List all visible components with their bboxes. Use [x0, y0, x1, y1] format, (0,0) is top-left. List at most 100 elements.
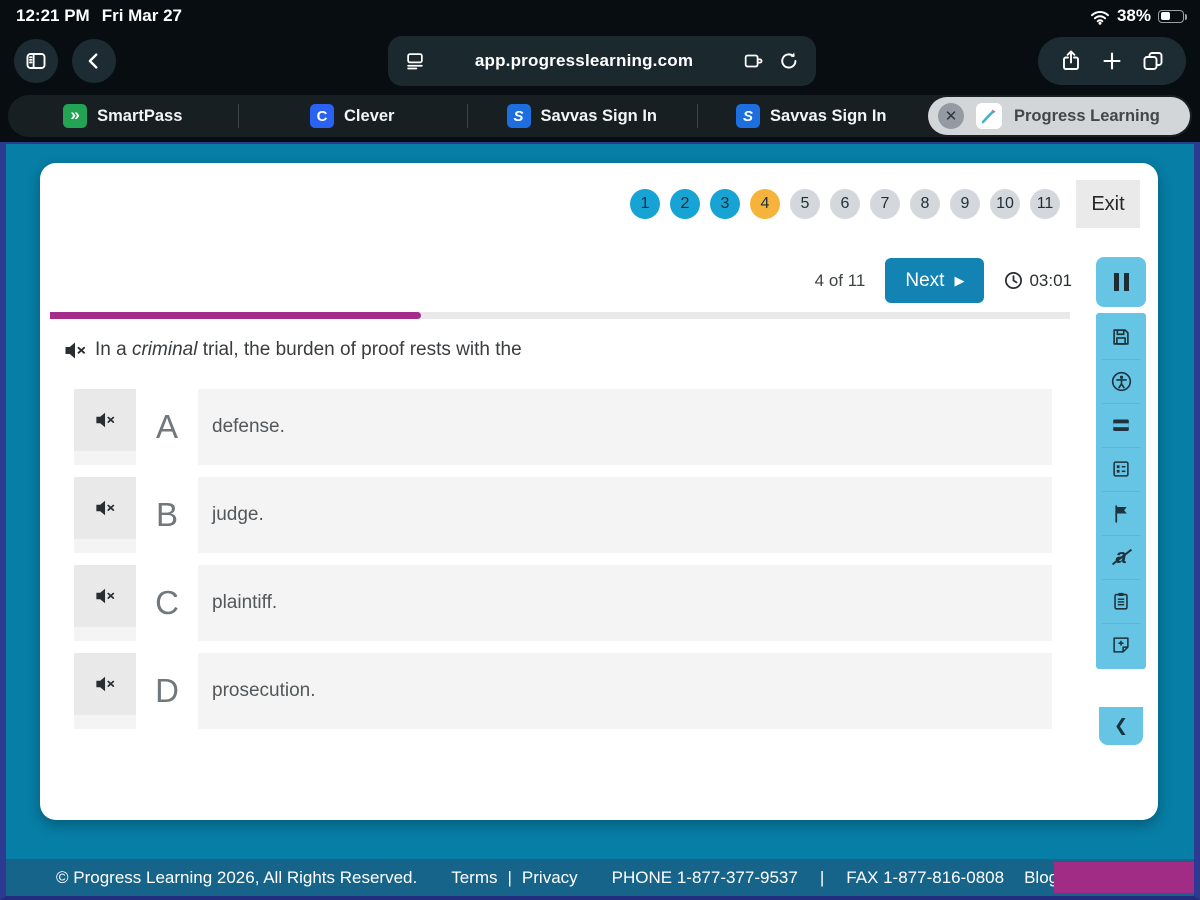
- progress-learning-icon: [976, 103, 1002, 129]
- terms-link[interactable]: Terms: [451, 868, 497, 888]
- option-letter: D: [136, 653, 198, 729]
- question-number-circle[interactable]: 2: [670, 189, 700, 219]
- save-icon: [1113, 329, 1129, 345]
- battery-percent: 38%: [1116, 6, 1151, 25]
- reference-sheet-icon: [1113, 461, 1129, 477]
- tab-favicon-icon: »: [63, 104, 88, 128]
- tab-label: Savvas Sign In: [770, 106, 887, 125]
- question-nav: 1 2 3 4 5 6 7 8 9 10 11 Exit: [630, 180, 1140, 228]
- question-text: In a criminal trial, the burden of proof…: [95, 339, 522, 360]
- browser-tab[interactable]: » SmartPass: [8, 95, 238, 137]
- tab-favicon-icon: S: [506, 104, 531, 128]
- wifi-icon: [1090, 8, 1110, 25]
- progress-bar: [50, 312, 1070, 319]
- question-number-circle[interactable]: 8: [910, 189, 940, 219]
- option-letter: C: [136, 565, 198, 641]
- close-tab-icon[interactable]: ✕: [938, 103, 964, 129]
- question-number-circle[interactable]: 5: [790, 189, 820, 219]
- option-text: defense.: [212, 416, 285, 437]
- tab-label: Clever: [344, 106, 395, 125]
- share-button[interactable]: [1059, 49, 1083, 73]
- accessibility-toolbar: a: [1096, 313, 1146, 669]
- tabs-overview-button[interactable]: [1141, 49, 1165, 73]
- mute-speaker-icon[interactable]: [64, 341, 87, 360]
- question-number-circle[interactable]: 4: [750, 189, 780, 219]
- answer-options: A defense. B judge. C plaintiff. D prose…: [74, 389, 1052, 741]
- answer-eliminator-button[interactable]: a: [1096, 535, 1146, 579]
- reload-icon[interactable]: [778, 50, 800, 72]
- back-button[interactable]: [72, 39, 116, 83]
- question-controls: 4 of 11 Next ▶ 03:01: [815, 258, 1072, 303]
- question-number-circle[interactable]: 3: [710, 189, 740, 219]
- line-reader-button[interactable]: [1096, 403, 1146, 447]
- notepad-icon: [1114, 592, 1128, 610]
- timer-value: 03:01: [1029, 270, 1072, 290]
- line-reader-icon: [1113, 419, 1129, 431]
- battery-icon: [1158, 9, 1187, 23]
- tab-favicon-icon: S: [736, 104, 761, 128]
- question-text-row: In a criminal trial, the burden of proof…: [64, 339, 522, 361]
- option-mute-cell[interactable]: [74, 653, 136, 715]
- question-number-circle[interactable]: 10: [990, 189, 1020, 219]
- question-card: 1 2 3 4 5 6 7 8 9 10 11 Exit 4 of 11 Nex…: [40, 163, 1158, 820]
- exit-button[interactable]: Exit: [1076, 180, 1140, 228]
- pause-button[interactable]: [1096, 257, 1146, 307]
- collapse-toolbar-button[interactable]: ❮: [1099, 707, 1143, 745]
- option-mute-cell[interactable]: [74, 389, 136, 451]
- add-note-button[interactable]: [1096, 623, 1146, 667]
- tab-favicon-icon: C: [310, 104, 335, 128]
- question-number-circle[interactable]: 1: [630, 189, 660, 219]
- answer-option-row[interactable]: A defense.: [74, 389, 1052, 465]
- mute-speaker-icon: [95, 676, 114, 692]
- option-text: plaintiff.: [212, 592, 278, 613]
- question-number-circle[interactable]: 11: [1030, 189, 1060, 219]
- status-time: 12:21 PM: [16, 6, 90, 25]
- mute-speaker-icon: [95, 500, 114, 516]
- extension-icon[interactable]: [742, 50, 764, 72]
- web-content: 1 2 3 4 5 6 7 8 9 10 11 Exit 4 of 11 Nex…: [0, 142, 1200, 900]
- browser-toolbar: app.progresslearning.com: [0, 30, 1200, 92]
- accessibility-button[interactable]: [1096, 359, 1146, 403]
- position-label: 4 of 11: [814, 270, 866, 290]
- answer-option-row[interactable]: B judge.: [74, 477, 1052, 553]
- clock-icon: [1005, 272, 1023, 289]
- screen: 12:21 PM Fri Mar 27 38% app.progresslear…: [0, 0, 1200, 900]
- question-number-circle[interactable]: 6: [830, 189, 860, 219]
- browser-tab[interactable]: S Savvas Sign In: [467, 95, 697, 137]
- new-tab-button[interactable]: [1100, 49, 1124, 73]
- reference-sheet-button[interactable]: [1096, 447, 1146, 491]
- status-indicators: 38%: [1090, 6, 1187, 26]
- question-number-circle[interactable]: 7: [870, 189, 900, 219]
- sidebar-toggle-button[interactable]: [14, 39, 58, 83]
- notepad-button[interactable]: [1096, 579, 1146, 623]
- mute-speaker-icon: [95, 588, 114, 604]
- save-button[interactable]: [1096, 315, 1146, 359]
- mute-speaker-icon: [95, 412, 114, 428]
- browser-tab[interactable]: S Savvas Sign In: [696, 95, 927, 137]
- phone-text: PHONE 1-877-377-9537: [611, 867, 798, 887]
- reader-icon[interactable]: [404, 50, 426, 72]
- progress-bar-fill: [50, 312, 422, 319]
- quiz-page: 1 2 3 4 5 6 7 8 9 10 11 Exit 4 of 11 Nex…: [6, 144, 1194, 859]
- option-letter: B: [136, 477, 198, 553]
- option-mute-cell[interactable]: [74, 477, 136, 539]
- option-mute-cell[interactable]: [74, 565, 136, 627]
- status-clock: 12:21 PM Fri Mar 27: [16, 6, 182, 26]
- privacy-link[interactable]: Privacy: [522, 868, 578, 888]
- next-button[interactable]: Next ▶: [885, 258, 985, 303]
- footer-accent-block: [1054, 862, 1194, 893]
- question-number-circle[interactable]: 9: [950, 189, 980, 219]
- copyright-text: © Progress Learning 2026, All Rights Res…: [56, 867, 418, 887]
- answer-option-row[interactable]: C plaintiff.: [74, 565, 1052, 641]
- flag-button[interactable]: [1096, 491, 1146, 535]
- fax-text: FAX 1-877-816-0808: [846, 867, 1005, 887]
- tab-progress-learning-active[interactable]: ✕ Progress Learning: [928, 97, 1190, 135]
- browser-tab[interactable]: C Clever: [237, 95, 468, 137]
- favorites-tab-bar: » SmartPass C Clever S Savvas Sign In S …: [8, 95, 1192, 137]
- address-bar[interactable]: app.progresslearning.com: [388, 36, 816, 86]
- tab-label: Progress Learning: [1014, 106, 1160, 125]
- status-bar: 12:21 PM Fri Mar 27 38%: [0, 0, 1200, 30]
- answer-option-row[interactable]: D prosecution.: [74, 653, 1052, 729]
- browser-chrome: 12:21 PM Fri Mar 27 38% app.progresslear…: [0, 0, 1200, 142]
- page-footer: © Progress Learning 2026, All Rights Res…: [6, 859, 1194, 896]
